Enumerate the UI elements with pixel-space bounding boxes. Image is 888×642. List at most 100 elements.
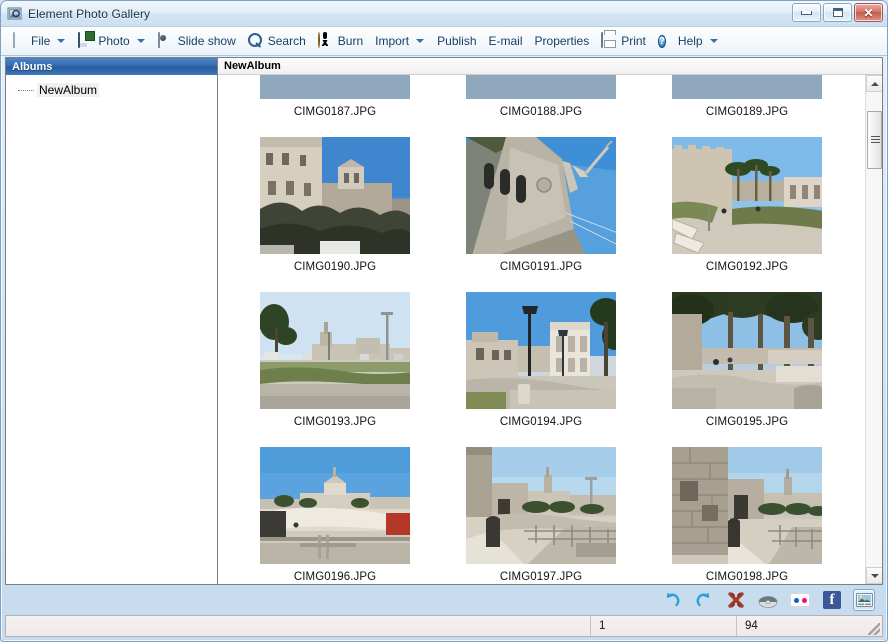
thumbnail-image[interactable] [465, 446, 617, 565]
window-controls: ✕ [792, 3, 883, 22]
thumbnail-caption: CIMG0188.JPG [499, 106, 583, 118]
thumbnail-caption: CIMG0197.JPG [499, 571, 583, 583]
slideshow-view-icon [855, 593, 873, 607]
facebook-button[interactable]: f [821, 589, 843, 611]
thumbnail-cell[interactable]: CIMG0193.JPG [245, 291, 425, 428]
thumbnail-cell[interactable]: CIMG0197.JPG [451, 446, 631, 583]
thumbnail-cell[interactable]: CIMG0195.JPG [657, 291, 837, 428]
delete-x-icon [728, 592, 744, 608]
status-message [6, 616, 590, 636]
toolbar-slideshow-button[interactable]: Slide show [152, 30, 242, 53]
flickr-icon [790, 593, 810, 607]
thumbnail-grid: CIMG0187.JPG CIMG0188.JPG CIMG0189.JPG C… [218, 75, 882, 584]
toolbar-email-button[interactable]: E-mail [483, 30, 529, 53]
thumbnail-caption: CIMG0196.JPG [293, 571, 377, 583]
toolbar-photo-button[interactable]: Photo [72, 30, 151, 53]
thumbnail-row: CIMG0196.JPG CIMG0197.JPG CIMG0198.JPG [218, 428, 864, 583]
magnifier-icon [248, 33, 264, 49]
toolbar-properties-button[interactable]: Properties [529, 30, 596, 53]
thumbnail-caption: CIMG0198.JPG [705, 571, 789, 583]
burn-disc-button[interactable] [757, 589, 779, 611]
chevron-down-icon [57, 39, 66, 43]
close-icon: ✕ [863, 5, 874, 20]
thumbnail-image[interactable] [671, 75, 823, 100]
flickr-button[interactable] [789, 589, 811, 611]
albums-pane-header: Albums [6, 58, 217, 75]
toolbar-properties-label: Properties [534, 34, 590, 48]
thumbnail-image[interactable] [259, 136, 411, 255]
thumbnail-row: CIMG0190.JPG CIMG0191.JPG CIMG0192.JPG [218, 118, 864, 273]
toolbar-email-label: E-mail [488, 34, 523, 48]
sidebar-item-newalbum[interactable]: NewAlbum [6, 81, 217, 98]
window-title: Element Photo Gallery [28, 6, 151, 21]
undo-icon [666, 592, 680, 607]
thumbnail-cell[interactable]: CIMG0194.JPG [451, 291, 631, 428]
redo-button[interactable] [693, 589, 715, 611]
thumbnail-cell[interactable]: CIMG0191.JPG [451, 136, 631, 273]
thumbnail-image[interactable] [259, 291, 411, 410]
toolbar-import-button[interactable]: Import [369, 30, 431, 53]
minimize-icon [801, 10, 812, 15]
chevron-down-icon [416, 39, 425, 43]
status-selected-count: 1 [590, 616, 736, 636]
thumbnail-caption: CIMG0187.JPG [293, 106, 377, 118]
albums-pane: Albums NewAlbum [5, 57, 217, 585]
thumbnail-caption: CIMG0190.JPG [293, 261, 377, 273]
toolbar-slideshow-label: Slide show [177, 34, 236, 48]
thumbnail-image[interactable] [465, 291, 617, 410]
thumbnail-cell[interactable]: CIMG0187.JPG [245, 75, 425, 118]
resize-grip-icon[interactable] [868, 623, 880, 635]
close-button[interactable]: ✕ [854, 3, 883, 22]
toolbar-print-button[interactable]: Print [595, 30, 652, 53]
toolbar-file-button[interactable]: File [5, 30, 72, 53]
scroll-up-button[interactable] [866, 75, 882, 92]
thumbnail-image[interactable] [671, 446, 823, 565]
scroll-down-arrow-icon [870, 573, 879, 578]
thumbnail-cell[interactable]: CIMG0189.JPG [657, 75, 837, 118]
thumbnail-cell[interactable]: CIMG0196.JPG [245, 446, 425, 583]
maximize-button[interactable] [823, 3, 852, 22]
thumbnail-image[interactable] [259, 75, 411, 100]
undo-button[interactable] [661, 589, 683, 611]
thumbnail-cell[interactable]: CIMG0192.JPG [657, 136, 837, 273]
toolbar-file-label: File [31, 34, 51, 48]
status-bar: 1 94 [5, 615, 883, 637]
disc-icon [758, 596, 778, 608]
thumbnail-caption: CIMG0193.JPG [293, 416, 377, 428]
toolbar-help-label: Help [677, 34, 703, 48]
delete-button[interactable] [725, 589, 747, 611]
toolbar-photo-label: Photo [98, 34, 130, 48]
thumbnail-image[interactable] [671, 291, 823, 410]
toolbar-help-button[interactable]: ? Help [652, 30, 725, 53]
thumbnail-cell[interactable]: CIMG0188.JPG [451, 75, 631, 118]
scroll-up-arrow-icon [870, 81, 879, 86]
slideshow-view-button[interactable] [853, 589, 875, 611]
thumbnail-caption: CIMG0195.JPG [705, 416, 789, 428]
toolbar-publish-button[interactable]: Publish [431, 30, 482, 53]
chevron-down-icon [136, 39, 145, 43]
maximize-icon [832, 8, 843, 17]
minimize-button[interactable] [792, 3, 821, 22]
burn-icon [317, 32, 334, 49]
thumbnail-cell[interactable]: CIMG0190.JPG [245, 136, 425, 273]
help-icon: ? [657, 35, 667, 48]
gallery-scrollbar[interactable] [865, 75, 882, 584]
scrollbar-thumb[interactable] [867, 111, 882, 169]
thumbnail-image[interactable] [465, 75, 617, 100]
thumbnail-image[interactable] [259, 446, 411, 565]
main-toolbar: File Photo Slide show Search Burn Import… [1, 27, 887, 56]
thumbnail-image[interactable] [671, 136, 823, 255]
bottom-action-bar: f [5, 587, 883, 613]
toolbar-burn-button[interactable]: Burn [312, 30, 369, 53]
printer-icon [601, 32, 617, 49]
facebook-icon: f [823, 591, 841, 609]
document-icon [11, 32, 27, 49]
toolbar-search-button[interactable]: Search [242, 30, 312, 53]
toolbar-burn-label: Burn [337, 34, 364, 48]
photo-gallery-icon [7, 6, 23, 22]
thumbnail-cell[interactable]: CIMG0198.JPG [657, 446, 837, 583]
thumbnail-row: CIMG0187.JPG CIMG0188.JPG CIMG0189.JPG [218, 75, 864, 118]
title-bar: Element Photo Gallery ✕ [1, 1, 887, 27]
scroll-down-button[interactable] [866, 567, 882, 584]
thumbnail-image[interactable] [465, 136, 617, 255]
